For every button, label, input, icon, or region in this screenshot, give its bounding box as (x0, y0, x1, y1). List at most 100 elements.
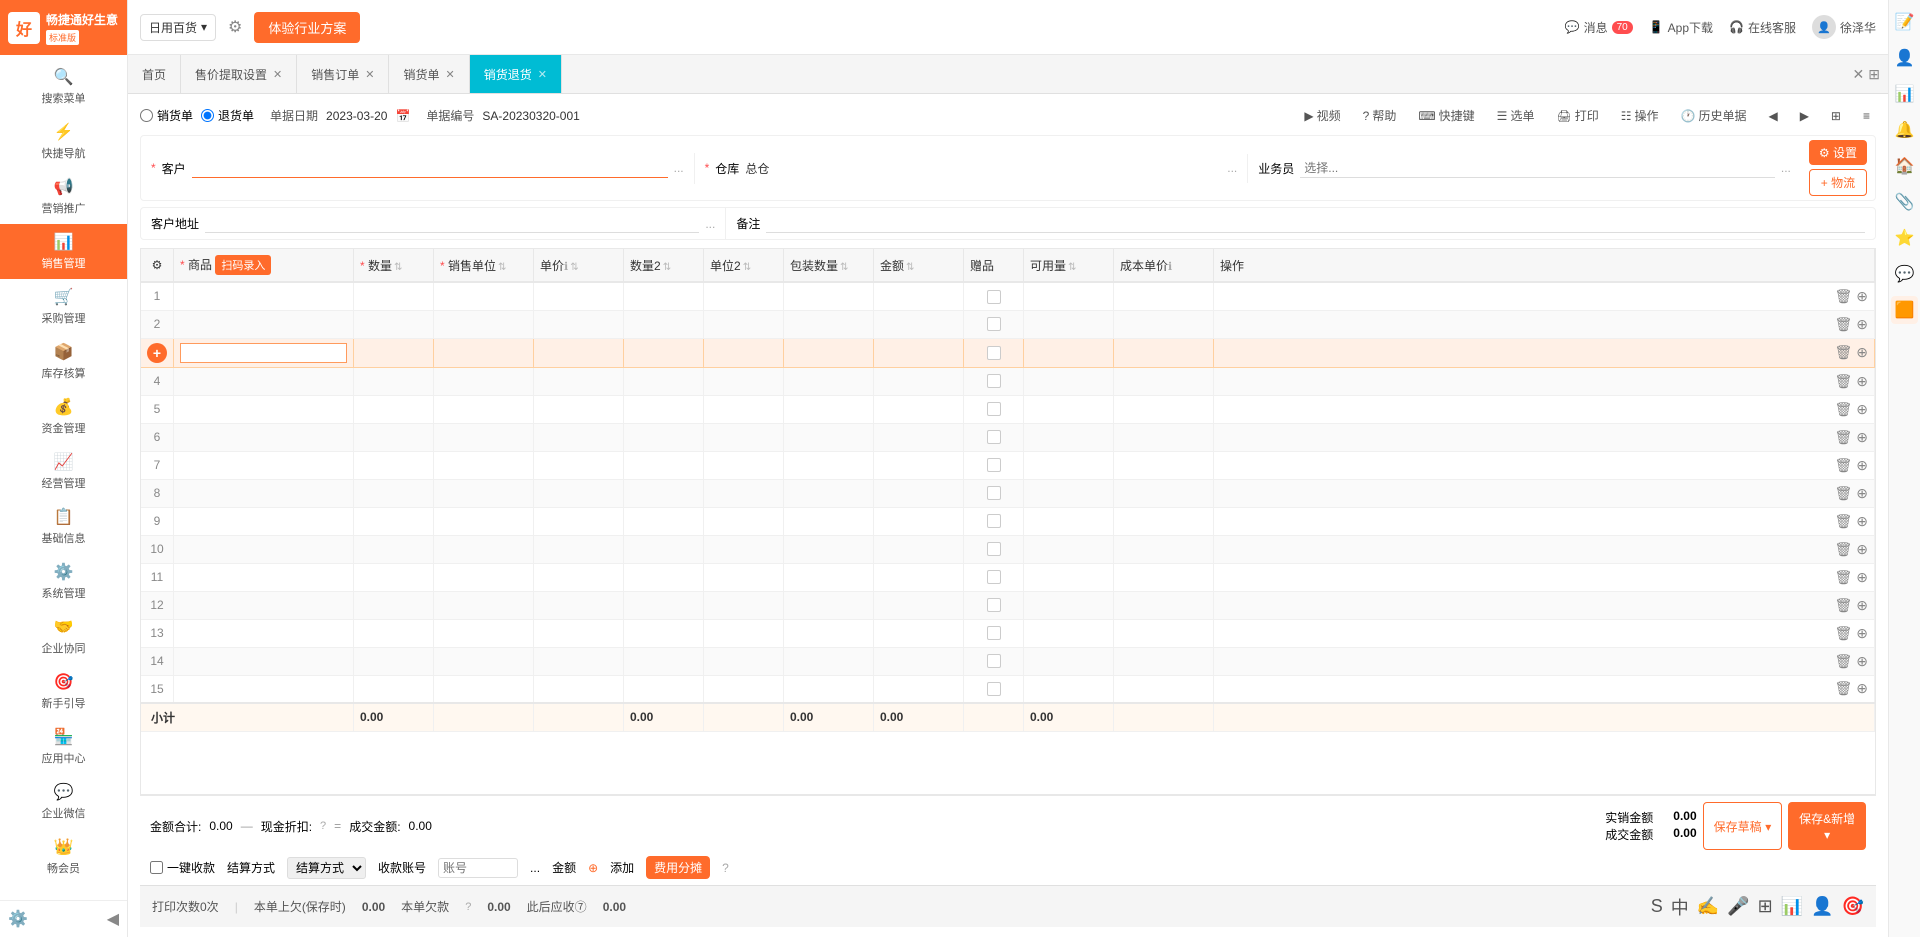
right-panel-icon-4[interactable]: 🔔 (1891, 116, 1919, 144)
cost-unit-price-cell[interactable] (1114, 310, 1214, 338)
delete-row-icon[interactable]: 🗑 (1834, 513, 1852, 530)
tool-icon-1[interactable]: S (1651, 896, 1663, 917)
copy-row-icon[interactable]: ⊕ (1856, 344, 1868, 361)
grid-view-btn[interactable]: ⊞ (1825, 106, 1847, 126)
sales-unit-cell[interactable] (434, 338, 534, 367)
delete-row-icon[interactable]: 🗑 (1834, 316, 1852, 333)
unit-price-info-icon[interactable]: ℹ (564, 261, 568, 273)
tab-home[interactable]: 首页 (128, 55, 181, 93)
add-fee-icon[interactable]: ⊕ (588, 861, 598, 875)
delete-row-icon[interactable]: 🗑 (1834, 625, 1852, 642)
delete-row-icon[interactable]: 🗑 (1834, 457, 1852, 474)
gift-cell[interactable] (964, 338, 1024, 367)
copy-row-icon[interactable]: ⊕ (1856, 457, 1868, 474)
tab-close-sales-return[interactable]: ✕ (538, 68, 547, 81)
shortcut-btn[interactable]: ⌨ 快捷键 (1412, 104, 1480, 127)
unit-price-cell[interactable] (534, 338, 624, 367)
tool-icon-4[interactable]: 🎤 (1727, 896, 1749, 917)
quantity-cell[interactable] (354, 310, 434, 338)
sidebar-item-enterprise[interactable]: 🤝 企业协同 (0, 609, 127, 664)
sidebar-item-purchase[interactable]: 🛒 采购管理 (0, 279, 127, 334)
tab-price-settings[interactable]: 售价提取设置 ✕ (181, 55, 297, 93)
delete-row-icon[interactable]: 🗑 (1834, 373, 1852, 390)
history-btn[interactable]: 🕐 历史单据 (1674, 104, 1752, 127)
delete-row-icon[interactable]: 🗑 (1834, 485, 1852, 502)
right-panel-icon-8[interactable]: 💬 (1891, 260, 1919, 288)
copy-row-icon[interactable]: ⊕ (1856, 597, 1868, 614)
copy-row-icon[interactable]: ⊕ (1856, 316, 1868, 333)
cash-discount-info-icon[interactable]: ? (320, 820, 326, 832)
sidebar-item-appstore[interactable]: 🏪 应用中心 (0, 719, 127, 774)
tab-close-price-settings[interactable]: ✕ (273, 68, 282, 81)
tool-icon-8[interactable]: 🎯 (1842, 896, 1864, 917)
gift-checkbox[interactable] (987, 290, 1001, 304)
settings-bottom-icon[interactable]: ⚙️ (8, 909, 28, 929)
cost-unit-price-cell[interactable] (1114, 338, 1214, 367)
print-btn[interactable]: 🖨 打印 (1550, 104, 1604, 127)
warehouse-more-btn[interactable]: ... (1227, 161, 1237, 175)
industry-selector[interactable]: 日用百货 ▾ (140, 14, 216, 41)
amount-sort-icon[interactable]: ⇅ (906, 262, 914, 273)
customer-input[interactable] (192, 159, 668, 178)
app-download-btn[interactable]: 📱 App下载 (1649, 19, 1713, 36)
tool-icon-6[interactable]: 📊 (1781, 896, 1803, 917)
customer-more-btn[interactable]: ... (674, 161, 684, 175)
calendar-icon[interactable]: 📅 (395, 109, 410, 123)
copy-row-icon[interactable]: ⊕ (1856, 653, 1868, 670)
tab-sales-delivery[interactable]: 销货单 ✕ (389, 55, 469, 93)
tab-sales-order[interactable]: 销售订单 ✕ (297, 55, 389, 93)
tab-sales-return[interactable]: 销货退货 ✕ (470, 55, 562, 93)
unit-price-cell[interactable] (534, 310, 624, 338)
add-row-btn[interactable]: + (147, 343, 167, 363)
gift-checkbox-active[interactable] (987, 346, 1001, 360)
delete-row-icon[interactable]: 🗑 (1834, 569, 1852, 586)
copy-row-icon[interactable]: ⊕ (1856, 373, 1868, 390)
copy-row-icon[interactable]: ⊕ (1856, 288, 1868, 305)
delete-row-icon[interactable]: 🗑 (1834, 429, 1852, 446)
save-new-btn[interactable]: 保存&新增 ▾ (1788, 802, 1866, 850)
sidebar-item-sales[interactable]: 📊 销售管理 (0, 224, 127, 279)
quantity2-cell[interactable] (624, 338, 704, 367)
tab-close-sales-delivery[interactable]: ✕ (446, 68, 455, 81)
remark-input[interactable] (766, 214, 1865, 233)
unit2-cell[interactable] (704, 310, 784, 338)
help-btn[interactable]: ? 帮助 (1357, 104, 1403, 127)
tool-icon-7[interactable]: 👤 (1811, 896, 1833, 917)
copy-row-icon[interactable]: ⊕ (1856, 625, 1868, 642)
tab-close-all-icon[interactable]: ✕ (1853, 66, 1865, 83)
staff-input[interactable] (1300, 159, 1775, 178)
nav-prev-btn[interactable]: ◀ (1762, 106, 1783, 126)
account-input[interactable] (438, 858, 518, 878)
unit-price-sort-icon[interactable]: ⇅ (570, 262, 578, 273)
tool-icon-2[interactable]: 中 (1671, 894, 1689, 920)
radio-delivery-input[interactable] (140, 109, 153, 122)
available-sort-icon[interactable]: ⇅ (1068, 262, 1076, 273)
scan-btn[interactable]: 扫码录入 (215, 255, 271, 275)
sales-unit-cell[interactable] (434, 310, 534, 338)
th-gear[interactable]: ⚙ (141, 249, 174, 282)
quantity2-sort-icon[interactable]: ⇅ (663, 262, 671, 273)
sidebar-item-operation[interactable]: 📈 经营管理 (0, 444, 127, 499)
unit2-cell[interactable] (704, 338, 784, 367)
delete-row-icon[interactable]: 🗑 (1834, 541, 1852, 558)
package-qty-cell[interactable] (784, 338, 874, 367)
available-cell[interactable] (1024, 310, 1114, 338)
amount-cell[interactable] (874, 310, 964, 338)
amount-cell[interactable] (874, 338, 964, 367)
user-profile[interactable]: 👤 徐泽华 (1812, 15, 1876, 39)
sidebar-item-basic[interactable]: 📋 基础信息 (0, 499, 127, 554)
sidebar-item-member[interactable]: 👑 畅会员 (0, 829, 127, 884)
right-panel-icon-1[interactable]: 📝 (1891, 8, 1919, 36)
settings-btn[interactable]: ⚙ 设置 (1809, 140, 1867, 165)
one-click-checkbox-label[interactable]: 一键收款 (150, 859, 215, 876)
package-qty-cell[interactable] (784, 282, 874, 310)
save-draft-btn[interactable]: 保存草稿 ▾ (1703, 802, 1783, 850)
online-service-btn[interactable]: 🎧 在线客服 (1729, 19, 1796, 36)
topbar-gear-icon[interactable]: ⚙ (224, 13, 246, 41)
right-panel-icon-7[interactable]: ⭐ (1891, 224, 1919, 252)
unit-price-cell[interactable] (534, 282, 624, 310)
debt-info-icon[interactable]: ? (465, 901, 471, 913)
fee-split-btn[interactable]: 费用分摊 (646, 856, 710, 879)
logistics-btn[interactable]: + 物流 (1809, 169, 1867, 196)
gift-cell[interactable] (964, 282, 1024, 310)
